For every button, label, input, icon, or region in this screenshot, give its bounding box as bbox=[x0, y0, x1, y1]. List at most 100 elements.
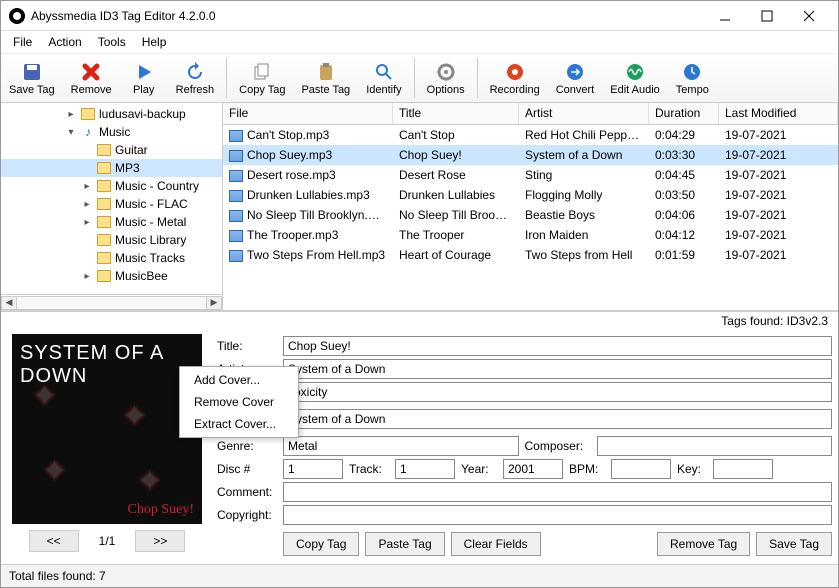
menu-help[interactable]: Help bbox=[134, 33, 175, 51]
status-total-files: Total files found: 7 bbox=[9, 569, 106, 583]
tree-item[interactable]: Music Tracks bbox=[1, 249, 222, 267]
cell-duration: 0:03:30 bbox=[649, 146, 719, 164]
edit-audio-button[interactable]: Edit Audio bbox=[602, 59, 668, 98]
refresh-button[interactable]: Refresh bbox=[168, 59, 223, 98]
music-icon: ♪ bbox=[81, 125, 95, 139]
cell-artist: Red Hot Chili Peppers bbox=[519, 126, 649, 144]
tree-item[interactable]: ▸ludusavi-backup bbox=[1, 105, 222, 123]
ctx-extract-cover[interactable]: Extract Cover... bbox=[182, 413, 296, 435]
genre-field[interactable] bbox=[283, 436, 519, 456]
tree-item[interactable]: Music Library bbox=[1, 231, 222, 249]
tree-item[interactable]: ▸Music - Metal bbox=[1, 213, 222, 231]
col-header-artist[interactable]: Artist bbox=[519, 103, 649, 124]
tree-item[interactable]: Guitar bbox=[1, 141, 222, 159]
maximize-button[interactable] bbox=[746, 2, 788, 30]
copyright-field[interactable] bbox=[283, 505, 832, 525]
remove-tag-button[interactable]: Remove Tag bbox=[657, 532, 750, 556]
cover-next-button[interactable]: >> bbox=[135, 530, 185, 552]
composer-field[interactable] bbox=[597, 436, 833, 456]
tempo-button[interactable]: Tempo bbox=[668, 59, 717, 98]
folder-icon bbox=[97, 234, 111, 246]
save-tag-button[interactable]: Save Tag bbox=[1, 59, 63, 98]
scroll-left-button[interactable]: ◀ bbox=[1, 296, 17, 310]
save-icon bbox=[21, 61, 43, 83]
col-header-modified[interactable]: Last Modified bbox=[719, 103, 838, 124]
file-row[interactable]: Chop Suey.mp3Chop Suey!System of a Down0… bbox=[223, 145, 838, 165]
identify-button[interactable]: Identify bbox=[358, 59, 409, 98]
file-row[interactable]: Desert rose.mp3Desert RoseSting0:04:4519… bbox=[223, 165, 838, 185]
tree-item-label: Music bbox=[99, 125, 130, 139]
bpm-field[interactable] bbox=[611, 459, 671, 479]
cell-modified: 19-07-2021 bbox=[719, 226, 838, 244]
cover-prev-button[interactable]: << bbox=[29, 530, 79, 552]
col-header-file[interactable]: File bbox=[223, 103, 393, 124]
file-list-body[interactable]: Can't Stop.mp3Can't StopRed Hot Chili Pe… bbox=[223, 125, 838, 310]
paste-tag-button[interactable]: Paste Tag bbox=[293, 59, 358, 98]
file-row[interactable]: Can't Stop.mp3Can't StopRed Hot Chili Pe… bbox=[223, 125, 838, 145]
ctx-remove-cover[interactable]: Remove Cover bbox=[182, 391, 296, 413]
convert-button[interactable]: Convert bbox=[548, 59, 603, 98]
save-tag-button-2[interactable]: Save Tag bbox=[756, 532, 832, 556]
copy-tag-button-2[interactable]: Copy Tag bbox=[283, 532, 359, 556]
titlebar: Abyssmedia ID3 Tag Editor 4.2.0.0 bbox=[1, 1, 838, 31]
paste-tag-button-2[interactable]: Paste Tag bbox=[365, 532, 444, 556]
cell-title: Can't Stop bbox=[393, 126, 519, 144]
cell-duration: 0:04:12 bbox=[649, 226, 719, 244]
copy-tag-button[interactable]: Copy Tag bbox=[231, 59, 293, 98]
file-row[interactable]: No Sleep Till Brooklyn.mp3No Sleep Till … bbox=[223, 205, 838, 225]
recording-button[interactable]: Recording bbox=[482, 59, 548, 98]
title-field[interactable] bbox=[283, 336, 832, 356]
track-field[interactable] bbox=[395, 459, 455, 479]
menu-file[interactable]: File bbox=[5, 33, 40, 51]
menu-action[interactable]: Action bbox=[40, 33, 89, 51]
tree-item[interactable]: ▾♪Music bbox=[1, 123, 222, 141]
tree-item[interactable]: ▸Music - FLAC bbox=[1, 195, 222, 213]
cell-duration: 0:03:50 bbox=[649, 186, 719, 204]
comment-field[interactable] bbox=[283, 482, 832, 502]
file-row[interactable]: Two Steps From Hell.mp3Heart of CourageT… bbox=[223, 245, 838, 265]
label-bpm: BPM: bbox=[569, 462, 605, 476]
file-list-header[interactable]: File Title Artist Duration Last Modified bbox=[223, 103, 838, 125]
gear-icon bbox=[435, 61, 457, 83]
file-row[interactable]: Drunken Lullabies.mp3Drunken LullabiesFl… bbox=[223, 185, 838, 205]
scroll-right-button[interactable]: ▶ bbox=[206, 296, 222, 310]
artist-field[interactable] bbox=[283, 359, 832, 379]
col-header-title[interactable]: Title bbox=[393, 103, 519, 124]
folder-icon bbox=[97, 216, 111, 228]
statusbar: Total files found: 7 bbox=[1, 565, 838, 587]
clear-fields-button[interactable]: Clear Fields bbox=[451, 532, 541, 556]
audio-file-icon bbox=[229, 150, 243, 162]
tree-scrollbar[interactable]: ◀ ▶ bbox=[1, 294, 222, 310]
audio-file-icon bbox=[229, 230, 243, 242]
cell-title: Drunken Lullabies bbox=[393, 186, 519, 204]
album-field[interactable] bbox=[283, 382, 832, 402]
key-field[interactable] bbox=[713, 459, 773, 479]
folder-icon bbox=[97, 144, 111, 156]
options-button[interactable]: Options bbox=[419, 59, 473, 98]
file-row[interactable]: The Trooper.mp3The TrooperIron Maiden0:0… bbox=[223, 225, 838, 245]
year-field[interactable] bbox=[503, 459, 563, 479]
album-artist-field[interactable] bbox=[283, 409, 832, 429]
remove-button[interactable]: Remove bbox=[63, 59, 120, 98]
cell-title: Chop Suey! bbox=[393, 146, 519, 164]
play-button[interactable]: Play bbox=[120, 59, 168, 98]
cover-art[interactable]: SYSTEM OF A DOWN ✦ ✦ ✦ ✦ Chop Suey! bbox=[12, 334, 202, 524]
scroll-track[interactable] bbox=[17, 296, 206, 310]
ctx-add-cover[interactable]: Add Cover... bbox=[182, 369, 296, 391]
tree-item[interactable]: ▸Music - Country bbox=[1, 177, 222, 195]
folder-tree[interactable]: ▸ludusavi-backup▾♪MusicGuitarMP3▸Music -… bbox=[1, 103, 222, 294]
minimize-button[interactable] bbox=[704, 2, 746, 30]
remove-icon bbox=[80, 61, 102, 83]
close-button[interactable] bbox=[788, 2, 830, 30]
label-key: Key: bbox=[677, 462, 707, 476]
disc-field[interactable] bbox=[283, 459, 343, 479]
menu-tools[interactable]: Tools bbox=[90, 33, 134, 51]
convert-icon bbox=[564, 61, 586, 83]
tree-item[interactable]: ▸MusicBee bbox=[1, 267, 222, 285]
cell-modified: 19-07-2021 bbox=[719, 126, 838, 144]
tags-found-label: Tags found: ID3v2.3 bbox=[1, 311, 838, 330]
tree-item[interactable]: MP3 bbox=[1, 159, 222, 177]
cell-modified: 19-07-2021 bbox=[719, 206, 838, 224]
label-track: Track: bbox=[349, 462, 389, 476]
col-header-duration[interactable]: Duration bbox=[649, 103, 719, 124]
